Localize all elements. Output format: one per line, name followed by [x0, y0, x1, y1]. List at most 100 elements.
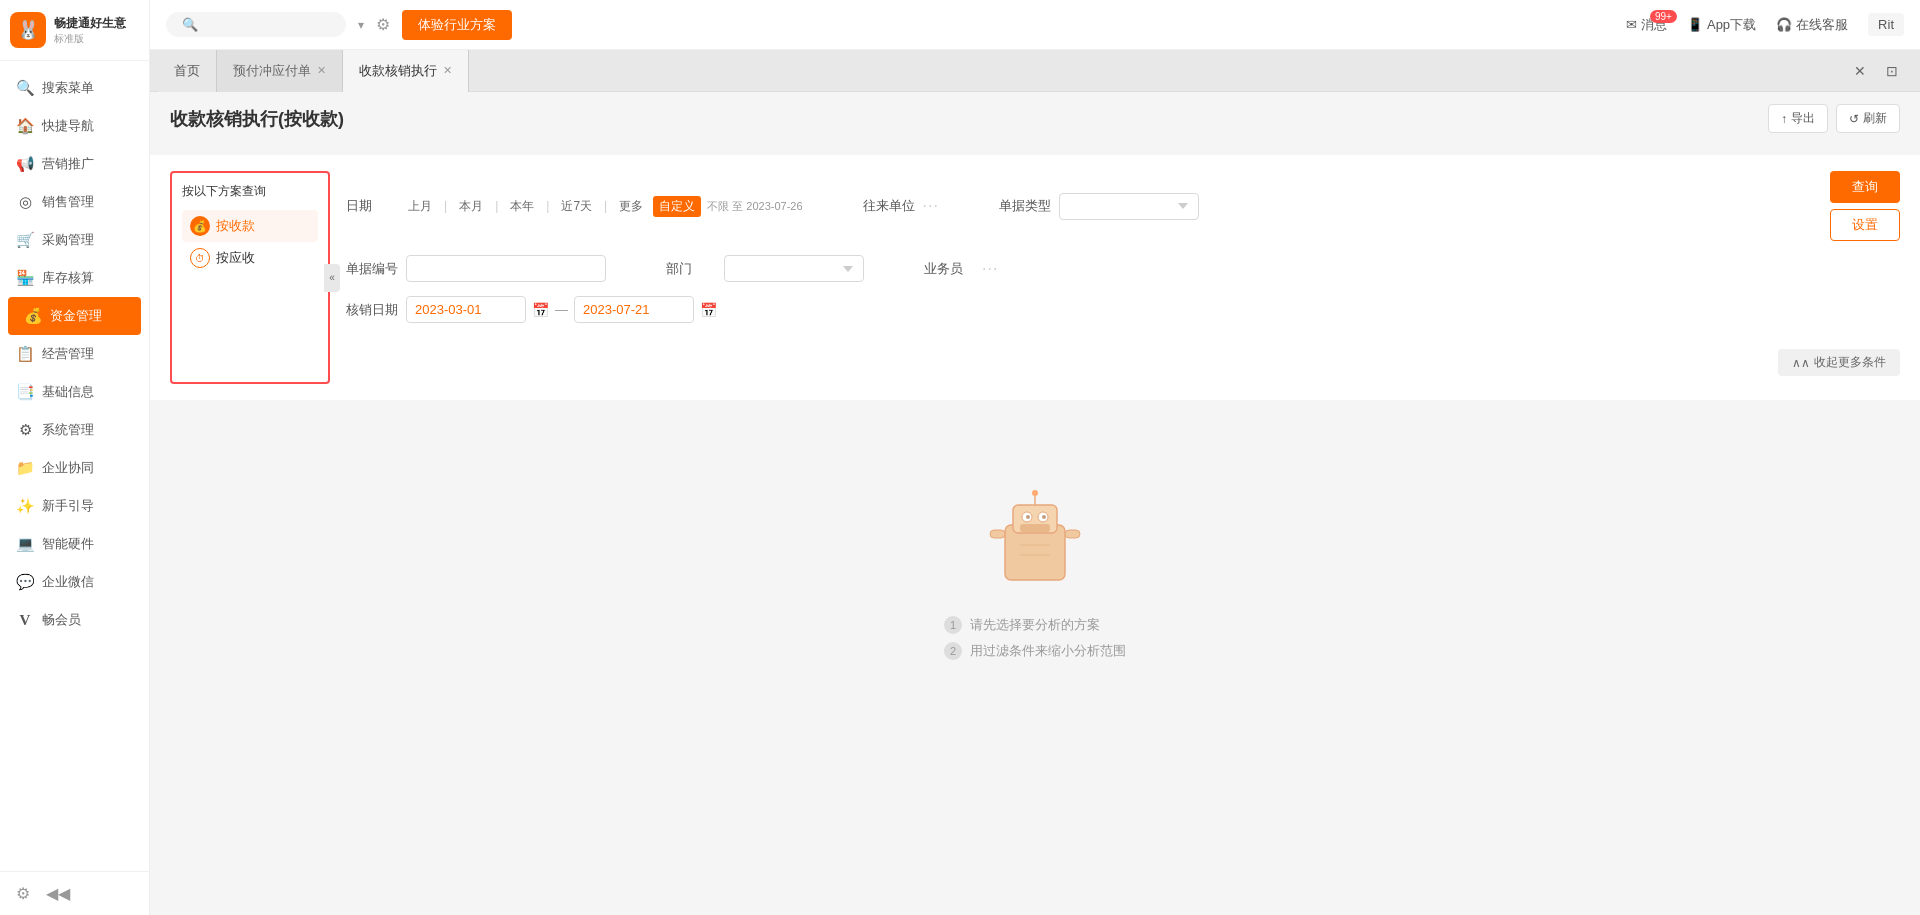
settings-icon[interactable]: ⚙ [16, 884, 30, 903]
filter-area: 按以下方案查询 💰 按收款 ⏱ 按应收 « 日期 [150, 155, 1920, 400]
tab-receivable-offset[interactable]: 收款核销执行 ✕ [343, 50, 469, 92]
sidebar-logo: 🐰 畅捷通好生意 标准版 [0, 0, 149, 61]
app-download-btn[interactable]: 📱 App下载 [1687, 16, 1756, 34]
refresh-label: 刷新 [1863, 110, 1887, 127]
receipt-icon: 💰 [190, 216, 210, 236]
filter-option-by-receipt[interactable]: 💰 按收款 [182, 210, 318, 242]
tab-prepay-offset[interactable]: 预付冲应付单 ✕ [217, 50, 343, 92]
topbar-chevron-icon[interactable]: ▾ [358, 18, 364, 32]
topbar-gear-icon[interactable]: ⚙ [376, 15, 390, 34]
sidebar: 🐰 畅捷通好生意 标准版 🔍 搜索菜单 🏠 快捷导航 📢 营销推广 ◎ 销售管理… [0, 0, 150, 915]
date-more-btn[interactable]: 更多 [615, 196, 647, 217]
query-btn-group: 查询 设置 [1830, 171, 1900, 241]
industry-btn[interactable]: 体验行业方案 [402, 10, 512, 40]
empty-text-block: 1 请先选择要分析的方案 2 用过滤条件来缩小分析范围 [944, 616, 1126, 660]
export-label: 导出 [1791, 110, 1815, 127]
sidebar-item-basic-info-label: 基础信息 [42, 383, 94, 401]
query-btn[interactable]: 查询 [1830, 171, 1900, 203]
settings-btn[interactable]: 设置 [1830, 209, 1900, 241]
filter-option-by-receivable-label: 按应收 [216, 249, 255, 267]
sidebar-item-inventory[interactable]: 🏪 库存核算 [0, 259, 149, 297]
receivable-icon: ⏱ [190, 248, 210, 268]
collapse-more-btn[interactable]: ∧∧ 收起更多条件 [1778, 349, 1900, 376]
collapse-sidebar-icon[interactable]: ◀◀ [46, 884, 70, 903]
tab-receivable-offset-close[interactable]: ✕ [443, 64, 452, 77]
collapse-filter-panel-btn[interactable]: « [324, 264, 340, 292]
sidebar-item-purchase[interactable]: 🛒 采购管理 [0, 221, 149, 259]
tab-prepay-offset-label: 预付冲应付单 [233, 62, 311, 80]
sidebar-item-basic-info[interactable]: 📑 基础信息 [0, 373, 149, 411]
voucher-type-label: 单据类型 [999, 197, 1051, 215]
date-this-month-btn[interactable]: 本月 [455, 196, 487, 217]
chevron-up-icon: ∧∧ [1792, 356, 1810, 370]
export-icon: ↑ [1781, 112, 1787, 126]
home-nav-icon: 🏠 [16, 117, 34, 135]
online-service-btn[interactable]: 🎧 在线客服 [1776, 16, 1848, 34]
partner-select-dots[interactable]: ··· [923, 197, 939, 215]
app-download-label: App下载 [1707, 16, 1756, 34]
tab-prepay-offset-close[interactable]: ✕ [317, 64, 326, 77]
guide-nav-icon: ✨ [16, 497, 34, 515]
logo-title: 畅捷通好生意 [54, 15, 126, 32]
message-btn[interactable]: ✉ 消息 99+ [1626, 16, 1667, 34]
sidebar-item-enterprise[interactable]: 📁 企业协同 [0, 449, 149, 487]
verify-date-start-input[interactable] [406, 296, 526, 323]
sidebar-item-finance[interactable]: 💰 资金管理 [8, 297, 141, 335]
staff-label: 业务员 [924, 260, 974, 278]
message-icon: ✉ [1626, 17, 1637, 32]
calendar-start-icon[interactable]: 📅 [532, 302, 549, 318]
mobile-icon: 📱 [1687, 17, 1703, 32]
date-last-month-btn[interactable]: 上月 [404, 196, 436, 217]
operations-nav-icon: 📋 [16, 345, 34, 363]
sidebar-item-wechat[interactable]: 💬 企业微信 [0, 563, 149, 601]
staff-select-dots[interactable]: ··· [982, 260, 998, 278]
sidebar-item-vip[interactable]: V 畅会员 [0, 601, 149, 639]
user-name: Rit [1878, 17, 1894, 32]
date-7days-btn[interactable]: 近7天 [557, 196, 596, 217]
export-btn[interactable]: ↑ 导出 [1768, 104, 1828, 133]
search-nav-icon: 🔍 [16, 79, 34, 97]
maximize-tab-btn[interactable]: ⊡ [1880, 59, 1904, 83]
sidebar-item-system-label: 系统管理 [42, 421, 94, 439]
logo-rabbit-icon: 🐰 [17, 19, 39, 41]
page-content: 收款核销执行(按收款) ↑ 导出 ↺ 刷新 按以下方案查询 💰 按收款 [150, 92, 1920, 915]
voucher-no-input[interactable] [406, 255, 606, 282]
sidebar-item-guide[interactable]: ✨ 新手引导 [0, 487, 149, 525]
hint-num-1: 1 [944, 616, 962, 634]
page-title: 收款核销执行(按收款) [170, 107, 344, 145]
verify-date-end-input[interactable] [574, 296, 694, 323]
date-this-year-btn[interactable]: 本年 [506, 196, 538, 217]
refresh-btn[interactable]: ↺ 刷新 [1836, 104, 1900, 133]
svg-rect-6 [1020, 524, 1050, 532]
filter-option-by-receivable[interactable]: ⏱ 按应收 [182, 242, 318, 274]
calendar-end-icon[interactable]: 📅 [700, 302, 717, 318]
date-range-text: 不限 至 2023-07-26 [707, 199, 802, 214]
logo-text-block: 畅捷通好生意 标准版 [54, 15, 126, 46]
refresh-icon: ↺ [1849, 112, 1859, 126]
date-custom-btn[interactable]: 自定义 [653, 196, 701, 217]
dept-select[interactable] [724, 255, 864, 282]
filter-option-by-receipt-label: 按收款 [216, 217, 255, 235]
purchase-nav-icon: 🛒 [16, 231, 34, 249]
topbar-search-box[interactable]: 🔍 [166, 12, 346, 37]
wechat-nav-icon: 💬 [16, 573, 34, 591]
sidebar-item-system[interactable]: ⚙ 系统管理 [0, 411, 149, 449]
topbar: 🔍 ▾ ⚙ 体验行业方案 ✉ 消息 99+ 📱 App下载 🎧 在线客服 Rit [150, 0, 1920, 50]
sidebar-item-wechat-label: 企业微信 [42, 573, 94, 591]
svg-point-4 [1026, 515, 1030, 519]
sidebar-item-search[interactable]: 🔍 搜索菜单 [0, 69, 149, 107]
sidebar-item-hardware[interactable]: 💻 智能硬件 [0, 525, 149, 563]
voucher-type-select[interactable] [1059, 193, 1199, 220]
empty-state: 1 请先选择要分析的方案 2 用过滤条件来缩小分析范围 [150, 400, 1920, 740]
filter-panel-title: 按以下方案查询 [182, 183, 318, 200]
sidebar-item-operations[interactable]: 📋 经营管理 [0, 335, 149, 373]
sidebar-item-marketing[interactable]: 📢 营销推广 [0, 145, 149, 183]
sidebar-item-quick-nav[interactable]: 🏠 快捷导航 [0, 107, 149, 145]
partner-filter-field: 往来单位 ··· [863, 197, 939, 215]
sidebar-item-search-label: 搜索菜单 [42, 79, 94, 97]
user-menu-btn[interactable]: Rit [1868, 13, 1904, 36]
system-nav-icon: ⚙ [16, 421, 34, 439]
close-tab-btn[interactable]: ✕ [1848, 59, 1872, 83]
sidebar-item-sales[interactable]: ◎ 销售管理 [0, 183, 149, 221]
tab-home[interactable]: 首页 [158, 50, 217, 92]
